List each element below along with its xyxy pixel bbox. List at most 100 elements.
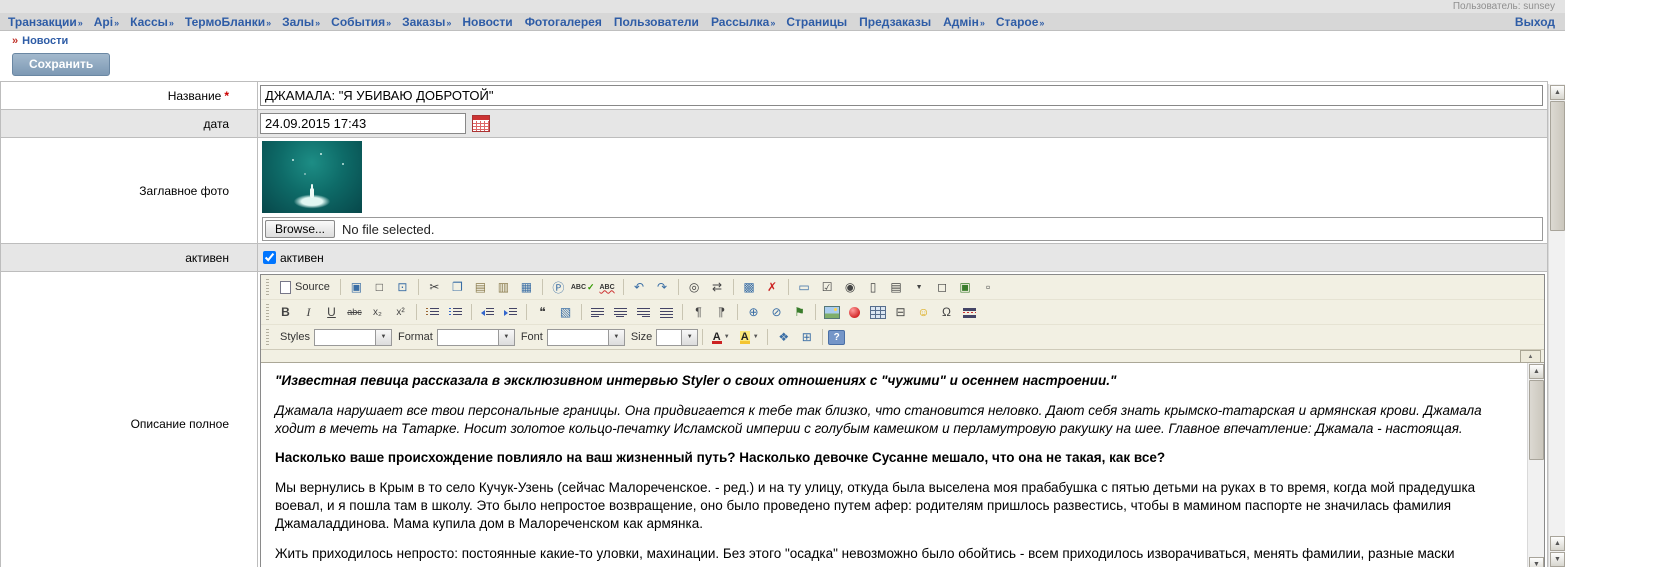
styles-select[interactable] bbox=[313, 328, 392, 346]
source-button[interactable]: Source bbox=[275, 278, 335, 296]
nav-item-news[interactable]: Новости bbox=[462, 15, 513, 29]
maximize-icon[interactable]: ❖ bbox=[773, 328, 794, 346]
subscript-button[interactable]: x₂ bbox=[367, 303, 388, 321]
link-icon[interactable]: ⊕ bbox=[743, 303, 764, 321]
file-input[interactable]: Browse... No file selected. bbox=[262, 217, 1543, 241]
nav-item-orders[interactable]: Заказы» bbox=[402, 15, 451, 29]
nav-item-photo-gallery[interactable]: Фотогалерея bbox=[525, 15, 603, 29]
textarea-icon[interactable]: ▤ bbox=[886, 278, 907, 296]
nav-item-thermo-blanks[interactable]: ТермоБланки» bbox=[185, 15, 271, 29]
nav-item-pages[interactable]: Страницы bbox=[786, 15, 848, 29]
about-icon[interactable]: ? bbox=[828, 329, 846, 345]
chevron-down-icon[interactable] bbox=[681, 329, 698, 345]
nav-item-api[interactable]: Api» bbox=[94, 15, 119, 29]
show-blocks-icon[interactable]: ⊞ bbox=[796, 328, 817, 346]
size-select[interactable] bbox=[656, 328, 699, 346]
scroll-down-icon[interactable] bbox=[1550, 552, 1565, 567]
smiley-icon[interactable]: ☺ bbox=[913, 303, 934, 321]
paste-word-icon[interactable]: ▦ bbox=[516, 278, 537, 296]
breadcrumb-link-news[interactable]: Новости bbox=[22, 35, 68, 47]
bidi-rtl-icon[interactable]: ¶ bbox=[711, 303, 732, 321]
flash-icon[interactable] bbox=[844, 303, 865, 321]
create-div-button[interactable]: ▧ bbox=[555, 303, 576, 321]
italic-button[interactable]: I bbox=[298, 303, 319, 321]
select-field-icon[interactable]: ▼ bbox=[909, 278, 930, 296]
redo-icon[interactable]: ↷ bbox=[652, 278, 673, 296]
checkbox-icon[interactable]: ☑ bbox=[817, 278, 838, 296]
blockquote-button[interactable]: ❝ bbox=[532, 303, 553, 321]
numbered-list-button[interactable] bbox=[422, 303, 443, 321]
special-char-icon[interactable]: Ω bbox=[936, 303, 957, 321]
cut-icon[interactable]: ✂ bbox=[424, 278, 445, 296]
save-icon[interactable]: ▣ bbox=[346, 278, 367, 296]
nav-item-preorders[interactable]: Предзаказы bbox=[859, 15, 932, 29]
indent-button[interactable] bbox=[500, 303, 521, 321]
font-select[interactable] bbox=[546, 328, 625, 346]
browse-button[interactable]: Browse... bbox=[265, 220, 336, 238]
nav-item-cash-desks[interactable]: Кассы» bbox=[130, 15, 174, 29]
scroll-down-icon[interactable] bbox=[1529, 557, 1544, 567]
scroll-up-icon[interactable] bbox=[1550, 85, 1565, 100]
new-page-icon[interactable]: □ bbox=[369, 278, 390, 296]
spellcheck-icon[interactable]: ABC bbox=[571, 278, 595, 296]
select-all-icon[interactable]: ▩ bbox=[739, 278, 760, 296]
form-icon[interactable]: ▭ bbox=[794, 278, 815, 296]
nav-item-logout[interactable]: Выход bbox=[1515, 15, 1555, 29]
page-scrollbar-thumb[interactable] bbox=[1550, 101, 1565, 231]
preview-icon[interactable]: ⊡ bbox=[392, 278, 413, 296]
background-color-button[interactable]: A bbox=[736, 328, 762, 346]
horizontal-rule-icon[interactable]: ⊟ bbox=[890, 303, 911, 321]
nav-item-halls[interactable]: Залы» bbox=[282, 15, 320, 29]
bulleted-list-button[interactable] bbox=[445, 303, 466, 321]
nav-item-events[interactable]: События» bbox=[331, 15, 391, 29]
scroll-up-icon[interactable] bbox=[1529, 364, 1544, 379]
date-input[interactable] bbox=[260, 113, 466, 134]
title-input[interactable] bbox=[260, 85, 1543, 106]
print-icon[interactable]: Ⓟ bbox=[548, 278, 569, 296]
chevron-down-icon[interactable] bbox=[374, 329, 391, 345]
paste-icon[interactable]: ▤ bbox=[470, 278, 491, 296]
find-icon[interactable]: ◎ bbox=[684, 278, 705, 296]
spellcheck-as-you-type-icon[interactable]: ABC bbox=[597, 278, 618, 296]
align-center-button[interactable] bbox=[610, 303, 631, 321]
remove-format-icon[interactable]: ✗ bbox=[762, 278, 783, 296]
replace-icon[interactable]: ⇄ bbox=[707, 278, 728, 296]
image-button-icon[interactable]: ▣ bbox=[955, 278, 976, 296]
superscript-button[interactable]: x² bbox=[390, 303, 411, 321]
underline-button[interactable]: U bbox=[321, 303, 342, 321]
button-icon[interactable]: ◻ bbox=[932, 278, 953, 296]
align-left-button[interactable] bbox=[587, 303, 608, 321]
outdent-button[interactable] bbox=[477, 303, 498, 321]
bold-button[interactable]: B bbox=[275, 303, 296, 321]
editor-scrollbar-thumb[interactable] bbox=[1529, 380, 1544, 460]
bidi-ltr-icon[interactable]: ¶ bbox=[688, 303, 709, 321]
save-button[interactable]: Сохранить bbox=[12, 53, 111, 76]
chevron-down-icon[interactable] bbox=[607, 329, 624, 345]
hidden-field-icon[interactable]: ▫ bbox=[978, 278, 999, 296]
format-select[interactable] bbox=[436, 328, 515, 346]
nav-item-old[interactable]: Старое» bbox=[996, 15, 1045, 29]
text-color-button[interactable]: A bbox=[708, 328, 734, 346]
strikethrough-button[interactable]: abc bbox=[344, 303, 365, 321]
chevron-down-icon[interactable] bbox=[497, 329, 514, 345]
justify-button[interactable] bbox=[656, 303, 677, 321]
active-checkbox[interactable] bbox=[263, 251, 276, 264]
calendar-icon[interactable] bbox=[472, 115, 490, 132]
unlink-icon[interactable]: ⊘ bbox=[766, 303, 787, 321]
undo-icon[interactable]: ↶ bbox=[629, 278, 650, 296]
text-field-icon[interactable]: ▯ bbox=[863, 278, 884, 296]
align-right-button[interactable] bbox=[633, 303, 654, 321]
anchor-icon[interactable]: ⚑ bbox=[789, 303, 810, 321]
nav-item-admin[interactable]: Адмін» bbox=[943, 15, 985, 29]
scroll-up-icon[interactable] bbox=[1550, 536, 1565, 551]
paste-text-icon[interactable]: ▥ bbox=[493, 278, 514, 296]
nav-item-transactions[interactable]: Транзакции» bbox=[8, 15, 83, 29]
editor-content[interactable]: "Известная певица рассказала в эксклюзив… bbox=[261, 363, 1544, 567]
nav-item-mailing[interactable]: Рассылка» bbox=[711, 15, 775, 29]
nav-item-users[interactable]: Пользователи bbox=[614, 15, 700, 29]
radio-button-icon[interactable]: ◉ bbox=[840, 278, 861, 296]
copy-icon[interactable]: ❐ bbox=[447, 278, 468, 296]
table-icon[interactable] bbox=[867, 303, 888, 321]
page-break-icon[interactable] bbox=[959, 303, 980, 321]
image-icon[interactable] bbox=[821, 303, 842, 321]
